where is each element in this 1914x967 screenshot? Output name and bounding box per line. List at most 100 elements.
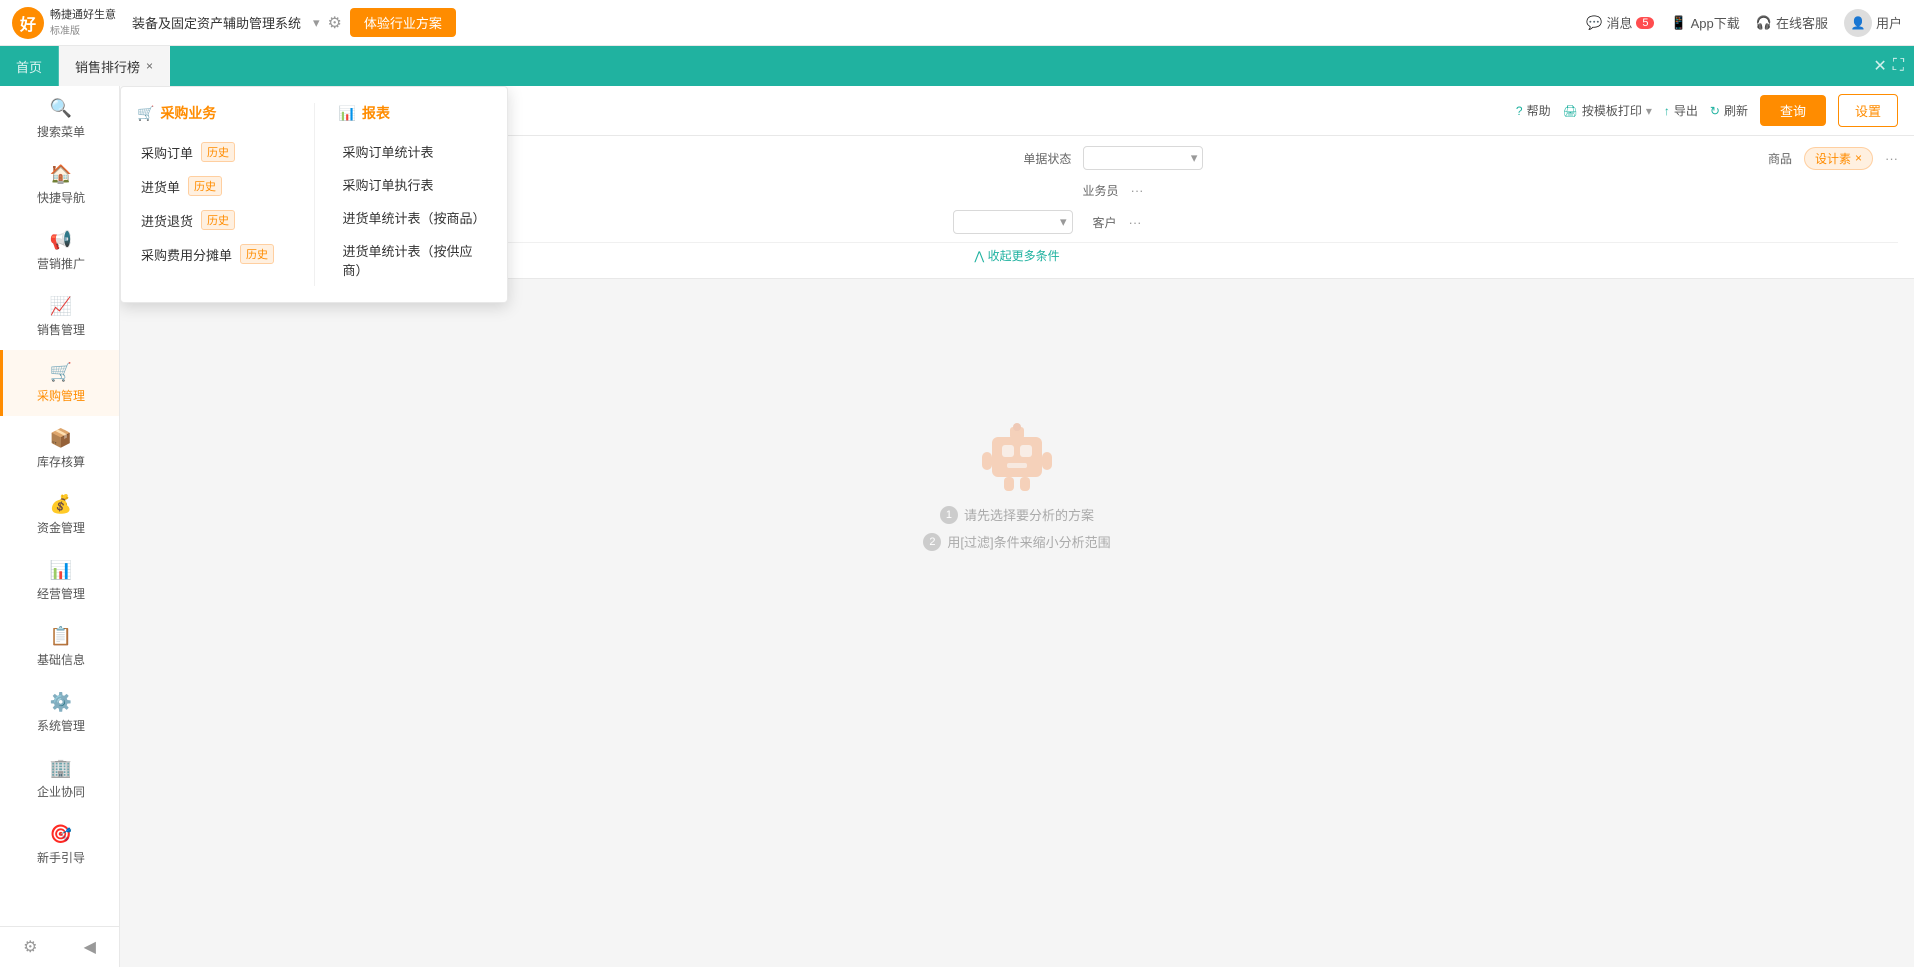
sidebar-bottom: ⚙ ◀ [0, 926, 119, 967]
refresh-icon: ↻ [1710, 104, 1720, 118]
sidebar-item-enterprise-label: 企业协同 [37, 783, 85, 800]
notification-btn[interactable]: 💬 消息 5 [1586, 13, 1654, 32]
goods-tag-text: 设计素 [1815, 150, 1851, 167]
dropdown-item-return[interactable]: 进货退货 历史 [137, 203, 290, 237]
customer-more[interactable]: ··· [1129, 215, 1142, 230]
sidebar-item-system[interactable]: ⚙️ 系统管理 [0, 680, 119, 746]
print-label: 按模板打印 [1582, 102, 1642, 119]
dropdown-item-incoming-supplier[interactable]: 进货单统计表（按供应商） [339, 234, 492, 286]
dropdown-purchase-title: 🛒 采购业务 [137, 103, 290, 123]
sidebar-item-operations-label: 经营管理 [37, 585, 85, 602]
header-right: 💬 消息 5 📱 App下载 🎧 在线客服 👤 用户 [1586, 9, 1902, 37]
export-icon: ↑ [1664, 104, 1670, 118]
incoming-label: 进货单 [141, 177, 180, 196]
purchase-icon: 🛒 [50, 362, 72, 383]
empty-tip-2: 2 用[过滤]条件来缩小分析范围 [923, 532, 1110, 551]
tab-sales-rank[interactable]: 销售排行榜 × [59, 46, 170, 86]
sidebar-item-basic-label: 基础信息 [37, 651, 85, 668]
sidebar-item-system-label: 系统管理 [37, 717, 85, 734]
online-service-btn[interactable]: 🎧 在线客服 [1756, 13, 1828, 32]
empty-illustration [972, 407, 1062, 497]
order-stats-label: 采购订单统计表 [343, 142, 434, 161]
incoming-supplier-label: 进货单统计表（按供应商） [343, 241, 488, 279]
sidebar-item-quick-nav[interactable]: 🏠 快捷导航 [0, 152, 119, 218]
refresh-btn[interactable]: ↻ 刷新 [1710, 102, 1748, 119]
dropdown-item-incoming-goods[interactable]: 进货单统计表（按商品） [339, 201, 492, 234]
print-arrow[interactable]: ▾ [1646, 104, 1652, 118]
sidebar-item-sales-label: 销售管理 [37, 321, 85, 338]
sidebar-item-search[interactable]: 🔍 搜索菜单 [0, 86, 119, 152]
sidebar-item-guide[interactable]: 🎯 新手引导 [0, 812, 119, 878]
system-dropdown-arrow[interactable]: ▾ [313, 15, 320, 31]
dropdown-item-purchase-order[interactable]: 采购订单 历史 [137, 135, 290, 169]
customer-select-wrap [953, 210, 1073, 234]
dropdown-item-incoming[interactable]: 进货单 历史 [137, 169, 290, 203]
sidebar-item-inventory[interactable]: 📦 库存核算 [0, 416, 119, 482]
customer-label: 客户 [1093, 214, 1117, 231]
settings-icon[interactable]: ⚙ [328, 13, 342, 33]
user-btn[interactable]: 👤 用户 [1844, 9, 1902, 37]
goods-more[interactable]: ··· [1885, 151, 1898, 166]
help-btn[interactable]: ? 帮助 [1516, 102, 1551, 119]
dropdown-item-order-stats[interactable]: 采购订单统计表 [339, 135, 492, 168]
salesperson-more[interactable]: ··· [1131, 183, 1144, 198]
sidebar-item-sales[interactable]: 📈 销售管理 [0, 284, 119, 350]
expense-label: 采购费用分摊单 [141, 245, 232, 264]
tab-home[interactable]: 首页 [0, 46, 59, 86]
industry-btn[interactable]: 体验行业方案 [350, 8, 456, 37]
guide-icon: 🎯 [50, 824, 72, 845]
sidebar-item-basic[interactable]: 📋 基础信息 [0, 614, 119, 680]
order-status-select[interactable] [1083, 146, 1203, 170]
message-icon: 💬 [1586, 15, 1602, 31]
operations-icon: 📊 [50, 560, 72, 581]
user-label: 用户 [1876, 13, 1902, 32]
dropdown-item-order-exec[interactable]: 采购订单执行表 [339, 168, 492, 201]
sidebar: 🔍 搜索菜单 🏠 快捷导航 📢 营销推广 📈 销售管理 🛒 采购管理 📦 库存核… [0, 86, 120, 967]
logo-area: 好 畅捷通好生意 标准版 [12, 7, 132, 39]
online-service-label: 在线客服 [1776, 13, 1828, 32]
basic-icon: 📋 [50, 626, 72, 647]
notification-label: 消息 [1606, 13, 1632, 32]
print-btn[interactable]: 🖨 按模板打印 ▾ [1563, 102, 1652, 119]
system-name: 装备及固定资产辅助管理系统 [132, 13, 301, 32]
empty-tip-2-text: 用[过滤]条件来缩小分析范围 [947, 532, 1110, 551]
export-btn[interactable]: ↑ 导出 [1664, 102, 1698, 119]
logo-icon: 好 [12, 7, 44, 39]
purchase-order-label: 采购订单 [141, 143, 193, 162]
tab-close-icon[interactable]: × [146, 59, 153, 73]
tab-home-label: 首页 [16, 57, 42, 76]
sidebar-item-purchase[interactable]: 🛒 采购管理 [0, 350, 119, 416]
salesperson-label: 业务员 [1083, 182, 1119, 199]
logo-badge: 标准版 [50, 22, 116, 37]
dropdown-item-expense[interactable]: 采购费用分摊单 历史 [137, 237, 290, 271]
collapse-text: ⋀ 收起更多条件 [974, 249, 1059, 263]
sidebar-settings-btn[interactable]: ⚙ [23, 937, 37, 957]
sidebar-item-finance[interactable]: 💰 资金管理 [0, 482, 119, 548]
sidebar-item-enterprise[interactable]: 🏢 企业协同 [0, 746, 119, 812]
search-btn[interactable]: 查询 [1760, 95, 1826, 126]
sidebar-item-marketing-label: 营销推广 [37, 255, 85, 272]
tab-maximize-icon[interactable]: ⛶ [1893, 57, 1904, 75]
main-layout: 🔍 搜索菜单 🏠 快捷导航 📢 营销推广 📈 销售管理 🛒 采购管理 📦 库存核… [0, 86, 1914, 967]
empty-state: 1 请先选择要分析的方案 2 用[过滤]条件来缩小分析范围 [120, 279, 1914, 679]
app-download-btn[interactable]: 📱 App下载 [1670, 13, 1739, 32]
help-icon: ? [1516, 104, 1523, 118]
system-icon: ⚙️ [50, 692, 72, 713]
marketing-icon: 📢 [50, 230, 72, 251]
tab-sales-rank-label: 销售排行榜 [75, 57, 140, 76]
sidebar-collapse-btn[interactable]: ◀ [84, 937, 96, 957]
dropdown-report-title: 📊 报表 [339, 103, 492, 123]
dropdown-menu: 🛒 采购业务 采购订单 历史 进货单 历史 进货退货 历史 采购费用分摊单 [120, 86, 508, 303]
customer-select[interactable] [953, 210, 1073, 234]
dropdown-purchase-col: 🛒 采购业务 采购订单 历史 进货单 历史 进货退货 历史 采购费用分摊单 [137, 103, 290, 286]
goods-tag-close[interactable]: × [1855, 151, 1862, 165]
refresh-label: 刷新 [1724, 102, 1748, 119]
setting-btn[interactable]: 设置 [1838, 94, 1898, 127]
tab-actions: ✕ ⛶ [1863, 46, 1914, 86]
tab-close-window-icon[interactable]: ✕ [1873, 56, 1886, 76]
enterprise-icon: 🏢 [50, 758, 72, 779]
sidebar-item-operations[interactable]: 📊 经营管理 [0, 548, 119, 614]
sidebar-item-marketing[interactable]: 📢 营销推广 [0, 218, 119, 284]
order-exec-label: 采购订单执行表 [343, 175, 434, 194]
sidebar-item-purchase-label: 采购管理 [37, 387, 85, 404]
